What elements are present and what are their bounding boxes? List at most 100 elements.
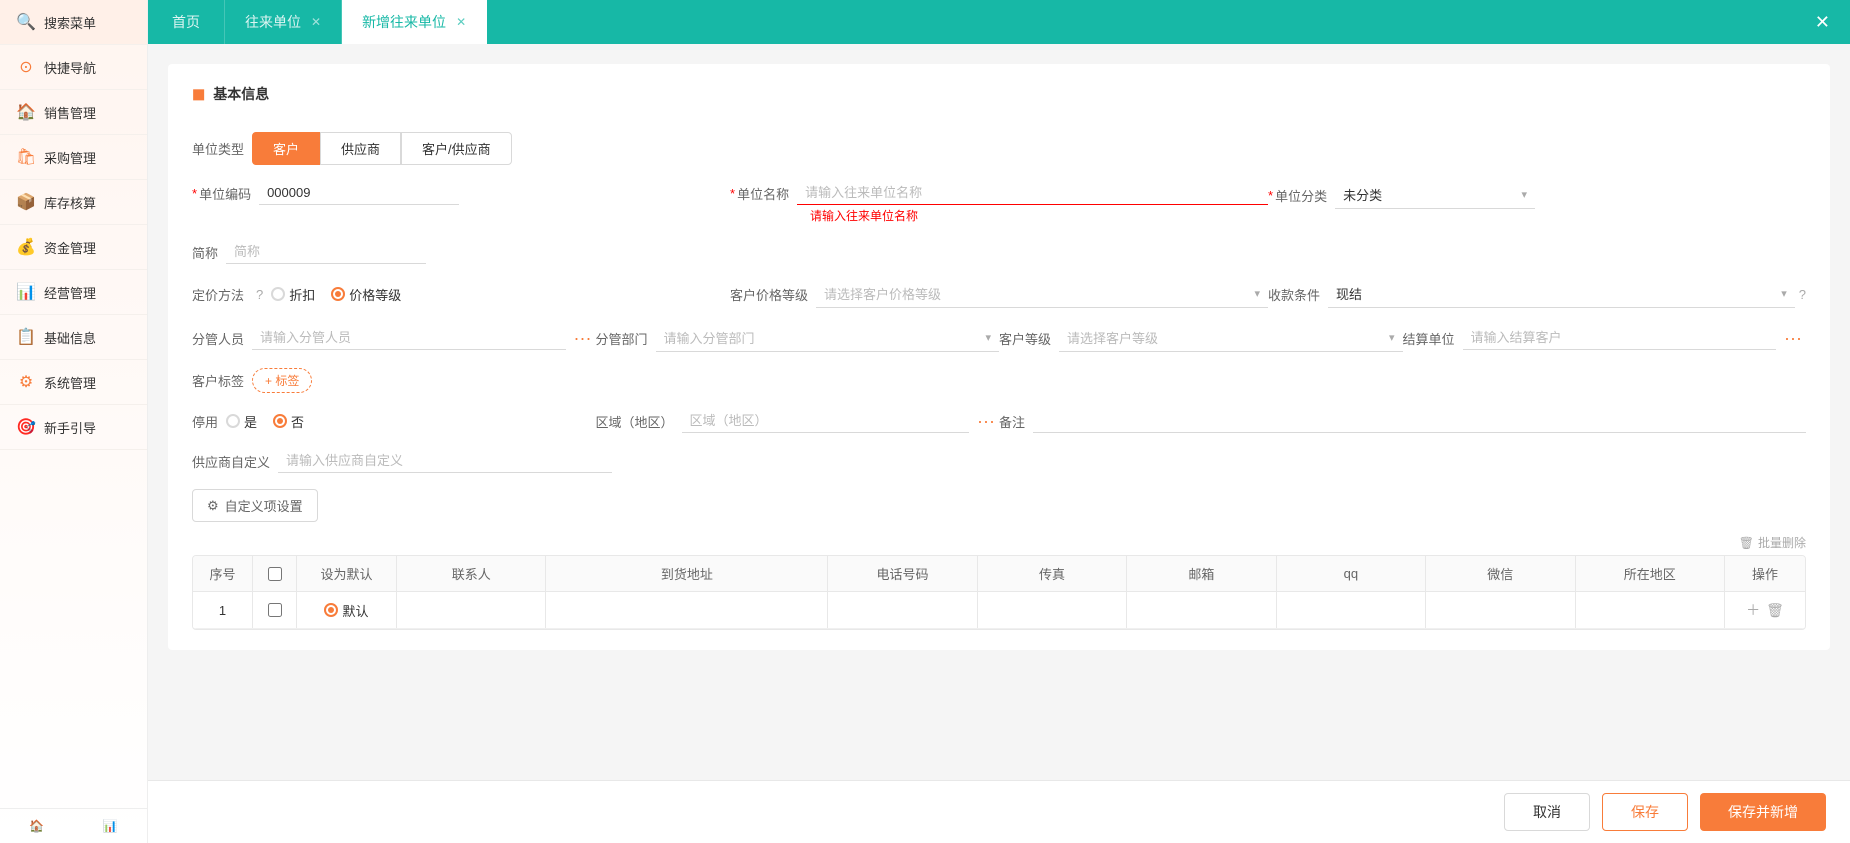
th-phone: 电话号码 bbox=[828, 556, 977, 591]
manager-input[interactable] bbox=[252, 326, 566, 350]
notes-input[interactable] bbox=[1033, 409, 1806, 433]
sidebar-item-search[interactable]: 🔍 搜索菜单 bbox=[0, 0, 147, 45]
customer-price-level-field: 客户价格等级 请选择客户价格等级 ▾ bbox=[730, 280, 1268, 308]
search-icon: 🔍 bbox=[16, 12, 36, 32]
tab-bar: 首页 往来单位 ✕ 新增往来单位 ✕ ✕ bbox=[148, 0, 1850, 44]
th-action: 操作 bbox=[1725, 556, 1805, 591]
add-row-icon[interactable]: ＋ bbox=[1746, 600, 1760, 620]
td-region bbox=[1576, 592, 1725, 628]
category-label: 单位分类 bbox=[1275, 186, 1327, 205]
region-field: 区域（地区） ··· bbox=[596, 409, 1000, 433]
th-email: 邮箱 bbox=[1127, 556, 1276, 591]
inventory-icon: 📦 bbox=[16, 192, 36, 212]
sidebar-item-operations[interactable]: 📊 经营管理 bbox=[0, 270, 147, 315]
footer: 取消 保存 保存并新增 bbox=[148, 780, 1850, 843]
unit-type-row: 单位类型 客户 供应商 客户/供应商 bbox=[192, 132, 1806, 165]
short-name-field: 简称 bbox=[192, 240, 1806, 264]
customer-level-select[interactable]: 请选择客户等级 ▾ bbox=[1059, 324, 1402, 352]
sidebar-footer-chart[interactable]: 📊 bbox=[74, 809, 148, 843]
td-wechat bbox=[1426, 592, 1575, 628]
customer-price-level-select[interactable]: 请选择客户价格等级 ▾ bbox=[816, 280, 1268, 308]
add-tag-button[interactable]: + 标签 bbox=[252, 368, 312, 393]
th-address: 到货地址 bbox=[546, 556, 828, 591]
name-label: 单位名称 bbox=[737, 184, 789, 203]
batch-delete-button[interactable]: 🗑 批量删除 bbox=[192, 534, 1806, 551]
category-select[interactable]: 未分类 ▾ bbox=[1335, 181, 1535, 209]
sidebar-item-sales[interactable]: 🏠 销售管理 bbox=[0, 90, 147, 135]
sidebar-item-system[interactable]: ⚙ 系统管理 bbox=[0, 360, 147, 405]
manager-more-icon[interactable]: ··· bbox=[570, 329, 596, 347]
contacts-table: 序号 设为默认 联系人 到货地址 电话号码 bbox=[192, 555, 1806, 630]
pricing-help-icon[interactable]: ? bbox=[256, 287, 263, 302]
cancel-button[interactable]: 取消 bbox=[1504, 793, 1590, 831]
disable-yes-radio[interactable]: 是 bbox=[226, 412, 257, 431]
pricing-level-radio[interactable]: 价格等级 bbox=[331, 285, 401, 304]
name-error-msg: 请输入往来单位名称 bbox=[810, 207, 918, 224]
disable-field: 停用 是 否 bbox=[192, 412, 596, 431]
save-new-button[interactable]: 保存并新增 bbox=[1700, 793, 1826, 831]
tab-new-partner[interactable]: 新增往来单位 ✕ bbox=[342, 0, 487, 44]
th-default: 设为默认 bbox=[297, 556, 397, 591]
manager-field: 分管人员 ··· bbox=[192, 326, 596, 350]
supplier-custom-row: 供应商自定义 bbox=[192, 449, 1806, 473]
payment-help-icon[interactable]: ? bbox=[1799, 287, 1806, 302]
sidebar-item-guide[interactable]: 🎯 新手引导 bbox=[0, 405, 147, 450]
supplier-custom-field: 供应商自定义 bbox=[192, 449, 612, 473]
sales-icon: 🏠 bbox=[16, 102, 36, 122]
custom-settings-button[interactable]: ⚙ 自定义项设置 bbox=[192, 489, 318, 522]
name-input[interactable] bbox=[797, 181, 1268, 205]
region-more-icon[interactable]: ··· bbox=[973, 412, 999, 430]
sidebar-footer-home[interactable]: 🏠 bbox=[0, 809, 74, 843]
short-name-input[interactable] bbox=[226, 240, 426, 264]
unit-type-label: 单位类型 bbox=[192, 139, 244, 158]
discount-radio-circle bbox=[271, 287, 285, 301]
save-button[interactable]: 保存 bbox=[1602, 793, 1688, 831]
tab-home[interactable]: 首页 bbox=[148, 0, 225, 44]
operations-icon: 📊 bbox=[16, 282, 36, 302]
settlement-unit-input[interactable] bbox=[1463, 326, 1777, 350]
system-icon: ⚙ bbox=[16, 372, 36, 392]
type-btn-supplier[interactable]: 供应商 bbox=[320, 132, 401, 165]
gear-icon: ⚙ bbox=[207, 498, 219, 514]
purchase-icon: 🛍 bbox=[16, 147, 36, 167]
td-seq: 1 bbox=[193, 592, 253, 628]
dept-chevron-icon: ▾ bbox=[985, 331, 991, 344]
supplier-custom-label: 供应商自定义 bbox=[192, 452, 270, 471]
tab-partners[interactable]: 往来单位 ✕ bbox=[225, 0, 342, 44]
settlement-more-icon[interactable]: ··· bbox=[1780, 329, 1806, 347]
short-name-row: 简称 bbox=[192, 240, 1806, 264]
pricing-method-label: 定价方法 bbox=[192, 285, 244, 304]
default-radio[interactable]: 默认 bbox=[324, 601, 368, 620]
sidebar-footer: 🏠 📊 bbox=[0, 808, 147, 843]
delete-row-icon[interactable]: 🗑 bbox=[1766, 602, 1784, 619]
payment-terms-select[interactable]: 现结 ▾ bbox=[1328, 280, 1795, 308]
no-radio-circle bbox=[273, 414, 287, 428]
sidebar-item-finance[interactable]: 💰 资金管理 bbox=[0, 225, 147, 270]
row-checkbox[interactable] bbox=[268, 603, 282, 617]
tab-new-partner-close[interactable]: ✕ bbox=[456, 15, 466, 29]
sidebar-item-basic-info[interactable]: 📋 基础信息 bbox=[0, 315, 147, 360]
payment-terms-field: 收款条件 现结 ▾ ? bbox=[1268, 280, 1806, 308]
type-btn-both[interactable]: 客户/供应商 bbox=[401, 132, 512, 165]
window-close-button[interactable]: ✕ bbox=[1795, 12, 1850, 33]
department-select[interactable]: 请输入分管部门 ▾ bbox=[656, 324, 999, 352]
disable-no-radio[interactable]: 否 bbox=[273, 412, 304, 431]
type-btn-customer[interactable]: 客户 bbox=[252, 132, 320, 165]
customer-price-level-label: 客户价格等级 bbox=[730, 285, 808, 304]
supplier-custom-input[interactable] bbox=[278, 449, 612, 473]
sidebar-item-purchase[interactable]: 🛍 采购管理 bbox=[0, 135, 147, 180]
tab-partners-close[interactable]: ✕ bbox=[311, 15, 321, 29]
sidebar-item-inventory[interactable]: 📦 库存核算 bbox=[0, 180, 147, 225]
quick-nav-icon: ⊙ bbox=[16, 57, 36, 77]
td-fax bbox=[978, 592, 1127, 628]
pricing-discount-radio[interactable]: 折扣 bbox=[271, 285, 315, 304]
region-input[interactable] bbox=[682, 409, 970, 433]
settlement-unit-label: 结算单位 bbox=[1403, 329, 1455, 348]
region-label: 区域（地区） bbox=[596, 412, 674, 431]
th-qq: qq bbox=[1277, 556, 1426, 591]
sidebar-item-quick-nav[interactable]: ⊙ 快捷导航 bbox=[0, 45, 147, 90]
pricing-method-field: 定价方法 ? 折扣 价格等级 bbox=[192, 285, 730, 304]
code-input[interactable] bbox=[259, 181, 459, 205]
department-label: 分管部门 bbox=[596, 329, 648, 348]
th-checkbox[interactable] bbox=[268, 567, 282, 581]
